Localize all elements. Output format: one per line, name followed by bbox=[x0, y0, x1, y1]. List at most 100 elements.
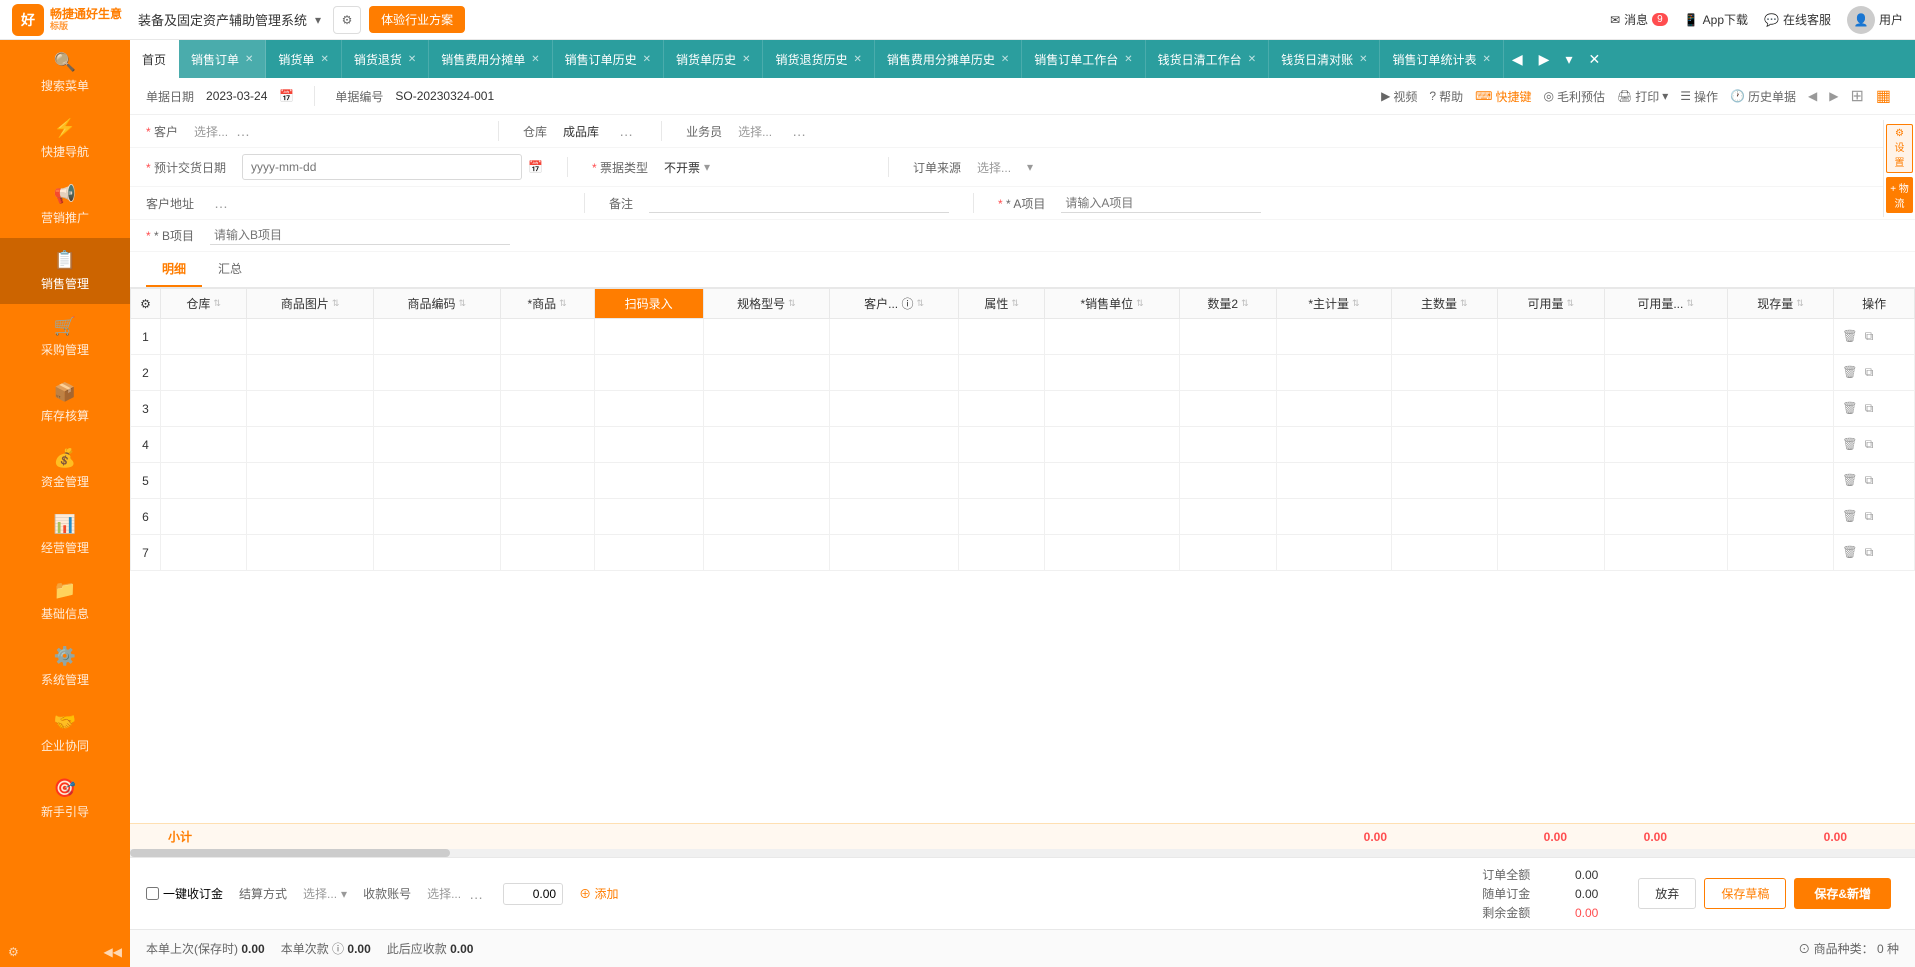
sidebar-item-enterprise[interactable]: 🤝 企业协同 bbox=[0, 700, 130, 766]
th-sales-unit[interactable]: *销售单位⇅ bbox=[1045, 289, 1179, 319]
operation-btn[interactable]: ☰ 操作 bbox=[1680, 88, 1718, 105]
warehouse-dots-btn[interactable]: … bbox=[615, 123, 637, 139]
tab-prev-btn[interactable]: ◀ bbox=[1504, 51, 1531, 68]
row2-delete-icon[interactable]: 🗑 bbox=[1842, 365, 1857, 379]
row5-copy-icon[interactable]: ⧉ bbox=[1865, 473, 1874, 487]
row2-main-unit[interactable] bbox=[1277, 355, 1391, 391]
payment-dropdown-icon[interactable]: ▾ bbox=[341, 887, 347, 901]
sidebar-item-inventory[interactable]: 📦 库存核算 bbox=[0, 370, 130, 436]
tab-fee-history[interactable]: 销售费用分摊单历史 ✕ bbox=[875, 40, 1022, 78]
sidebar-item-search[interactable]: 🔍 搜索菜单 bbox=[0, 40, 130, 106]
row4-copy-icon[interactable]: ⧉ bbox=[1865, 437, 1874, 451]
row1-main-unit[interactable] bbox=[1277, 319, 1391, 355]
row1-attr[interactable] bbox=[958, 319, 1044, 355]
system-title-dropdown[interactable]: ▾ bbox=[315, 13, 321, 27]
sidebar-item-quick-nav[interactable]: ⚡ 快捷导航 bbox=[0, 106, 130, 172]
help-btn[interactable]: ? 帮助 bbox=[1429, 88, 1463, 105]
tab-sales-order-close[interactable]: ✕ bbox=[245, 54, 253, 65]
delivery-calendar-icon[interactable]: 📅 bbox=[528, 160, 543, 174]
row3-delete-icon[interactable]: 🗑 bbox=[1842, 401, 1857, 415]
th-settings[interactable]: ⚙ bbox=[131, 289, 161, 319]
customer-dots-btn[interactable]: … bbox=[232, 123, 254, 139]
th-goods-image[interactable]: 商品图片⇅ bbox=[247, 289, 374, 319]
tab-fee-history-close[interactable]: ✕ bbox=[1001, 54, 1009, 65]
row6-delete-icon[interactable]: 🗑 bbox=[1842, 509, 1857, 523]
th-scan[interactable]: 扫码录入 bbox=[594, 289, 703, 319]
th-goods-code[interactable]: 商品编码⇅ bbox=[373, 289, 500, 319]
row2-warehouse[interactable] bbox=[161, 355, 247, 391]
add-btn[interactable]: ⊕ 添加 bbox=[579, 885, 618, 902]
row3-copy-icon[interactable]: ⧉ bbox=[1865, 401, 1874, 415]
row2-unit[interactable] bbox=[1045, 355, 1179, 391]
calendar-icon[interactable]: 📅 bbox=[279, 89, 294, 103]
tab-sales-refund[interactable]: 销货退货 ✕ bbox=[342, 40, 429, 78]
row2-spec[interactable] bbox=[703, 355, 830, 391]
row2-available2[interactable] bbox=[1604, 355, 1727, 391]
row1-image[interactable] bbox=[247, 319, 374, 355]
tab-home[interactable]: 首页 bbox=[130, 40, 179, 78]
row2-attr[interactable] bbox=[958, 355, 1044, 391]
history-btn[interactable]: 🕐 历史单据 bbox=[1730, 88, 1796, 105]
sidebar-item-marketing[interactable]: 📢 营销推广 bbox=[0, 172, 130, 238]
tab-sales-return[interactable]: 销货单 ✕ bbox=[266, 40, 341, 78]
delivery-date-input[interactable] bbox=[242, 154, 522, 180]
save-draft-button[interactable]: 保存草稿 bbox=[1704, 878, 1786, 909]
row7-copy-icon[interactable]: ⧉ bbox=[1865, 545, 1874, 559]
tab-summary[interactable]: 汇总 bbox=[202, 252, 258, 287]
grid-view-btn[interactable]: ⊞ bbox=[1850, 86, 1863, 106]
trial-button[interactable]: 体验行业方案 bbox=[369, 6, 465, 33]
account-dots-btn[interactable]: … bbox=[465, 886, 487, 902]
profit-btn[interactable]: ◎ 毛利预估 bbox=[1543, 88, 1605, 105]
th-available2[interactable]: 可用量...⇅ bbox=[1604, 289, 1727, 319]
tab-sales-history-close[interactable]: ✕ bbox=[742, 54, 750, 65]
sidebar-item-operations[interactable]: 📊 经营管理 bbox=[0, 502, 130, 568]
row1-available[interactable] bbox=[1498, 319, 1604, 355]
tab-sales-fee-close[interactable]: ✕ bbox=[531, 54, 539, 65]
sidebar-item-guide[interactable]: 🎯 新手引导 bbox=[0, 766, 130, 832]
tab-cash-reconcile[interactable]: 钱货日清对账 ✕ bbox=[1269, 40, 1380, 78]
amount-input[interactable] bbox=[503, 883, 563, 905]
online-service-btn[interactable]: 💬 在线客服 bbox=[1764, 11, 1831, 28]
tab-order-workbench-close[interactable]: ✕ bbox=[1124, 54, 1132, 65]
row1-delete-icon[interactable]: 🗑 bbox=[1842, 329, 1857, 343]
row1-stock[interactable] bbox=[1727, 319, 1833, 355]
tab-menu-btn[interactable]: ▾ bbox=[1557, 51, 1580, 68]
th-quantity2[interactable]: 数量2⇅ bbox=[1179, 289, 1277, 319]
tab-next-btn[interactable]: ▶ bbox=[1531, 51, 1558, 68]
th-attribute[interactable]: 属性⇅ bbox=[958, 289, 1044, 319]
tab-order-workbench[interactable]: 销售订单工作台 ✕ bbox=[1022, 40, 1145, 78]
tab-sales-summary-close[interactable]: ✕ bbox=[1483, 54, 1491, 65]
row1-name[interactable] bbox=[500, 319, 594, 355]
row1-code[interactable] bbox=[373, 319, 500, 355]
tab-sales-refund-close[interactable]: ✕ bbox=[408, 54, 416, 65]
user-btn[interactable]: 👤 用户 bbox=[1847, 6, 1903, 34]
tab-close-all-btn[interactable]: ✕ bbox=[1580, 51, 1608, 68]
row6-copy-icon[interactable]: ⧉ bbox=[1865, 509, 1874, 523]
tab-sales-history[interactable]: 销货单历史 ✕ bbox=[664, 40, 763, 78]
tab-order-history[interactable]: 销售订单历史 ✕ bbox=[553, 40, 664, 78]
print-dropdown-icon[interactable]: ▾ bbox=[1662, 89, 1668, 103]
invoice-dropdown-icon[interactable]: ▾ bbox=[704, 160, 710, 174]
print-btn[interactable]: 🖨 打印 ▾ bbox=[1617, 88, 1668, 105]
row2-scan[interactable] bbox=[594, 355, 703, 391]
th-goods-name[interactable]: *商品⇅ bbox=[500, 289, 594, 319]
row1-warehouse[interactable] bbox=[161, 319, 247, 355]
list-view-btn[interactable]: ▦ bbox=[1876, 86, 1891, 106]
th-spec[interactable]: 规格型号⇅ bbox=[703, 289, 830, 319]
sidebar-item-finance[interactable]: 💰 资金管理 bbox=[0, 436, 130, 502]
tab-sales-fee[interactable]: 销售费用分摊单 ✕ bbox=[429, 40, 552, 78]
pagination-prev[interactable]: ◀ bbox=[1808, 89, 1817, 103]
addr-dots-btn[interactable]: … bbox=[210, 195, 232, 211]
remark-input[interactable] bbox=[649, 194, 949, 213]
row1-scan[interactable] bbox=[594, 319, 703, 355]
sidebar-item-sales[interactable]: 📋 销售管理 bbox=[0, 238, 130, 304]
row1-qty2[interactable] bbox=[1179, 319, 1277, 355]
row2-image[interactable] bbox=[247, 355, 374, 391]
th-current-stock[interactable]: 现存量⇅ bbox=[1727, 289, 1833, 319]
tab-cash-daily[interactable]: 钱货日清工作台 ✕ bbox=[1146, 40, 1269, 78]
shortcut-btn[interactable]: ⌨ 快捷键 bbox=[1475, 88, 1531, 105]
tab-cash-reconcile-close[interactable]: ✕ bbox=[1359, 54, 1367, 65]
app-download-btn[interactable]: 📱 App下载 bbox=[1684, 11, 1748, 28]
row4-delete-icon[interactable]: 🗑 bbox=[1842, 437, 1857, 451]
sidebar-collapse-icon[interactable]: ◀◀ bbox=[104, 945, 122, 959]
